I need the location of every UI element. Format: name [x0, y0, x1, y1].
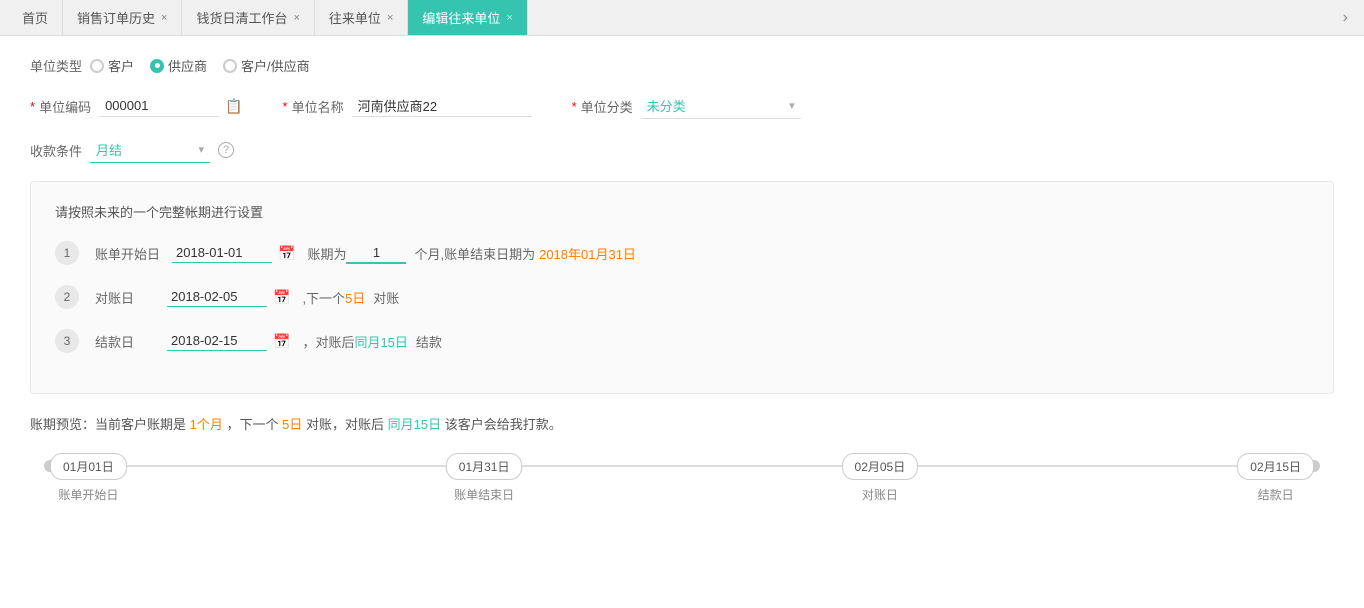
timeline-node-2: 01月31日 账单结束日 — [446, 453, 523, 503]
timeline-node-3: 02月05日 对账日 — [842, 453, 919, 503]
payment-condition-help-icon[interactable]: ? — [218, 142, 234, 158]
timeline-node-2-label: 账单结束日 — [454, 486, 514, 503]
unit-type-row: 单位类型 客户 供应商 客户/供应商 — [30, 56, 1334, 75]
start-date-calendar-icon[interactable]: 📅 — [278, 245, 295, 262]
preview-text: 账期预览：当前客户账期是 1个月 ，下一个 5日 对账，对账后 同月15日 该客… — [30, 414, 1334, 433]
tab-partner[interactable]: 往来单位 × — [315, 0, 408, 35]
row-num-2: 2 — [55, 285, 79, 309]
unit-code-copy-icon[interactable]: 📋 — [225, 98, 242, 115]
preview-suffix: 该客户会给我打款。 — [445, 417, 562, 432]
unit-type-label: 单位类型 — [30, 56, 82, 75]
timeline: 01月01日 账单开始日 01月31日 账单结束日 02月05日 对账日 02月… — [30, 453, 1334, 503]
settings-title: 请按照未来的一个完整帐期进行设置 — [55, 202, 1309, 221]
payment-highlight: 同月15日 — [354, 332, 407, 351]
payment-date-input[interactable] — [167, 331, 267, 351]
timeline-nodes: 01月01日 账单开始日 01月31日 账单结束日 02月05日 对账日 02月… — [50, 453, 1314, 503]
unit-name-group: * 单位名称 — [283, 95, 532, 117]
radio-customer[interactable]: 客户 — [90, 56, 134, 75]
preview-h1: 1个月 — [190, 417, 223, 432]
timeline-node-4-date: 02月15日 — [1237, 453, 1314, 480]
preview-h3: 同月15日 — [388, 417, 441, 432]
tab-home[interactable]: 首页 — [8, 0, 63, 35]
row-num-1: 1 — [55, 241, 79, 265]
preview-mid2: 对账，对账后 — [306, 417, 384, 432]
unit-category-dropdown[interactable]: 未分类 ▾ — [641, 93, 801, 119]
radio-circle-customer — [90, 59, 104, 73]
start-date-input[interactable] — [172, 243, 272, 263]
preview-mid1: ，下一个 — [227, 417, 279, 432]
timeline-node-3-date: 02月05日 — [842, 453, 919, 480]
timeline-node-3-label: 对账日 — [862, 486, 898, 503]
setting-row-1: 1 账单开始日 📅 账期为 个月,账单结束日期为 2018年01月31日 — [55, 241, 1309, 265]
radio-circle-customer-supplier — [223, 59, 237, 73]
tab-cash-work-close[interactable]: × — [293, 12, 299, 24]
tab-bar: 首页 销售订单历史 × 钱货日清工作台 × 往来单位 × 编辑往来单位 × › — [0, 0, 1364, 36]
unit-code-group: * 单位编码 📋 — [30, 95, 243, 117]
period-suffix: 个月,账单结束日期为 — [414, 244, 535, 263]
payment-condition-dropdown[interactable]: 月结 ▾ — [90, 137, 210, 163]
preview-h2: 5日 — [282, 417, 302, 432]
unit-category-star: * — [572, 99, 577, 114]
unit-details-row: * 单位编码 📋 * 单位名称 * 单位分类 未分类 ▾ — [30, 93, 1334, 119]
unit-type-radio-group: 客户 供应商 客户/供应商 — [90, 56, 310, 75]
period-prefix: 账期为 — [307, 244, 346, 263]
period-input[interactable] — [346, 243, 406, 264]
reconcile-suffix: 对账 — [373, 288, 399, 307]
row-num-3: 3 — [55, 329, 79, 353]
setting-row-3: 3 结款日 📅 ，对账后 同月15日 结款 — [55, 329, 1309, 353]
radio-circle-supplier — [150, 59, 164, 73]
reconcile-date-input[interactable] — [167, 287, 267, 307]
tab-edit-partner-close[interactable]: × — [506, 12, 512, 24]
payment-condition-label: 收款条件 — [30, 141, 82, 160]
radio-customer-supplier[interactable]: 客户/供应商 — [223, 56, 310, 75]
radio-supplier[interactable]: 供应商 — [150, 56, 207, 75]
unit-category-group: * 单位分类 未分类 ▾ — [572, 93, 801, 119]
preview-prefix: 账期预览：当前客户账期是 — [30, 417, 186, 432]
tab-sales-history-close[interactable]: × — [161, 12, 167, 24]
setting-row-2: 2 对账日 📅 ,下一个 5日 对账 — [55, 285, 1309, 309]
payment-suffix: 结款 — [416, 332, 442, 351]
timeline-node-1-date: 01月01日 — [50, 453, 127, 480]
payment-prefix: ，对账后 — [302, 332, 354, 351]
tab-expand-button[interactable]: › — [1335, 9, 1356, 27]
unit-code-star: * — [30, 99, 35, 114]
unit-category-value: 未分类 — [647, 96, 785, 115]
timeline-node-1: 01月01日 账单开始日 — [50, 453, 127, 503]
row-label-1: 账单开始日 — [95, 244, 160, 263]
main-content: 单位类型 客户 供应商 客户/供应商 * 单位编码 📋 * 单位名称 — [0, 36, 1364, 608]
timeline-node-4-label: 结款日 — [1258, 486, 1294, 503]
timeline-node-2-date: 01月31日 — [446, 453, 523, 480]
unit-name-label: 单位名称 — [292, 97, 344, 116]
payment-condition-row: 收款条件 月结 ▾ ? — [30, 137, 1334, 163]
payment-condition-value: 月结 — [96, 140, 194, 159]
unit-code-input[interactable] — [99, 95, 219, 117]
tab-sales-history[interactable]: 销售订单历史 × — [63, 0, 182, 35]
row-label-2: 对账日 — [95, 288, 155, 307]
unit-category-arrow-icon: ▾ — [789, 99, 795, 112]
reconcile-date-calendar-icon[interactable]: 📅 — [273, 289, 290, 306]
settings-box: 请按照未来的一个完整帐期进行设置 1 账单开始日 📅 账期为 个月,账单结束日期… — [30, 181, 1334, 394]
timeline-node-4: 02月15日 结款日 — [1237, 453, 1314, 503]
period-end-date: 2018年01月31日 — [539, 244, 636, 263]
unit-name-input[interactable] — [352, 95, 532, 117]
tab-partner-close[interactable]: × — [387, 12, 393, 24]
unit-category-label: 单位分类 — [581, 97, 633, 116]
unit-code-label: 单位编码 — [39, 97, 91, 116]
row-label-3: 结款日 — [95, 332, 155, 351]
unit-name-star: * — [283, 99, 288, 114]
payment-condition-arrow-icon: ▾ — [198, 143, 204, 156]
tab-cash-work[interactable]: 钱货日清工作台 × — [182, 0, 314, 35]
reconcile-prefix: ,下一个 — [302, 288, 345, 307]
payment-date-calendar-icon[interactable]: 📅 — [273, 333, 290, 350]
timeline-node-1-label: 账单开始日 — [58, 486, 118, 503]
tab-edit-partner[interactable]: 编辑往来单位 × — [408, 0, 527, 35]
reconcile-highlight: 5日 — [345, 288, 365, 307]
